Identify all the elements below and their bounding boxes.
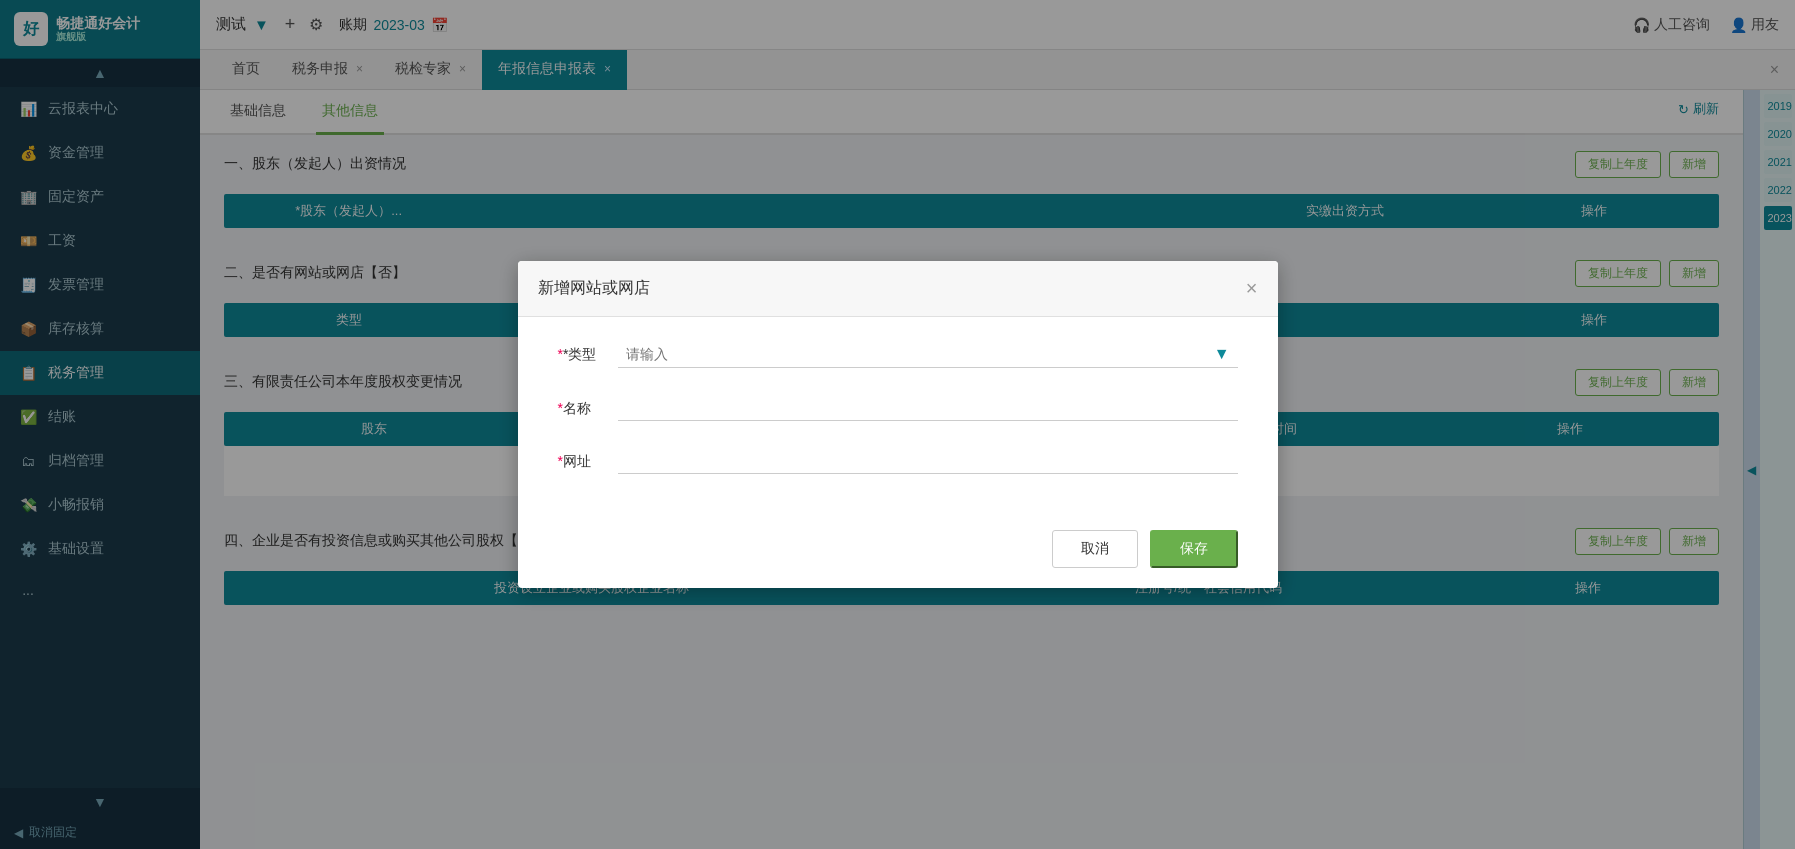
name-input[interactable] [618, 396, 1238, 421]
add-website-modal: 新增网站或网店 × **类型 ▼ *名称 [518, 261, 1278, 588]
form-row-type: **类型 ▼ [558, 341, 1238, 368]
url-label: *网址 [558, 453, 618, 471]
name-label: *名称 [558, 400, 618, 418]
save-button[interactable]: 保存 [1150, 530, 1238, 568]
modal-footer: 取消 保存 [518, 518, 1278, 588]
modal-header: 新增网站或网店 × [518, 261, 1278, 317]
modal-overlay: 新增网站或网店 × **类型 ▼ *名称 [0, 0, 1795, 849]
type-select-wrapper: ▼ [618, 341, 1238, 368]
form-row-name: *名称 [558, 396, 1238, 421]
type-input[interactable] [626, 346, 1214, 362]
type-dropdown-icon[interactable]: ▼ [1214, 345, 1230, 363]
url-input[interactable] [618, 449, 1238, 474]
form-row-url: *网址 [558, 449, 1238, 474]
modal-title: 新增网站或网店 [538, 278, 650, 299]
modal-body: **类型 ▼ *名称 *网址 [518, 317, 1278, 518]
modal-close-btn[interactable]: × [1246, 277, 1258, 300]
cancel-button[interactable]: 取消 [1052, 530, 1138, 568]
type-label: **类型 [558, 346, 618, 364]
